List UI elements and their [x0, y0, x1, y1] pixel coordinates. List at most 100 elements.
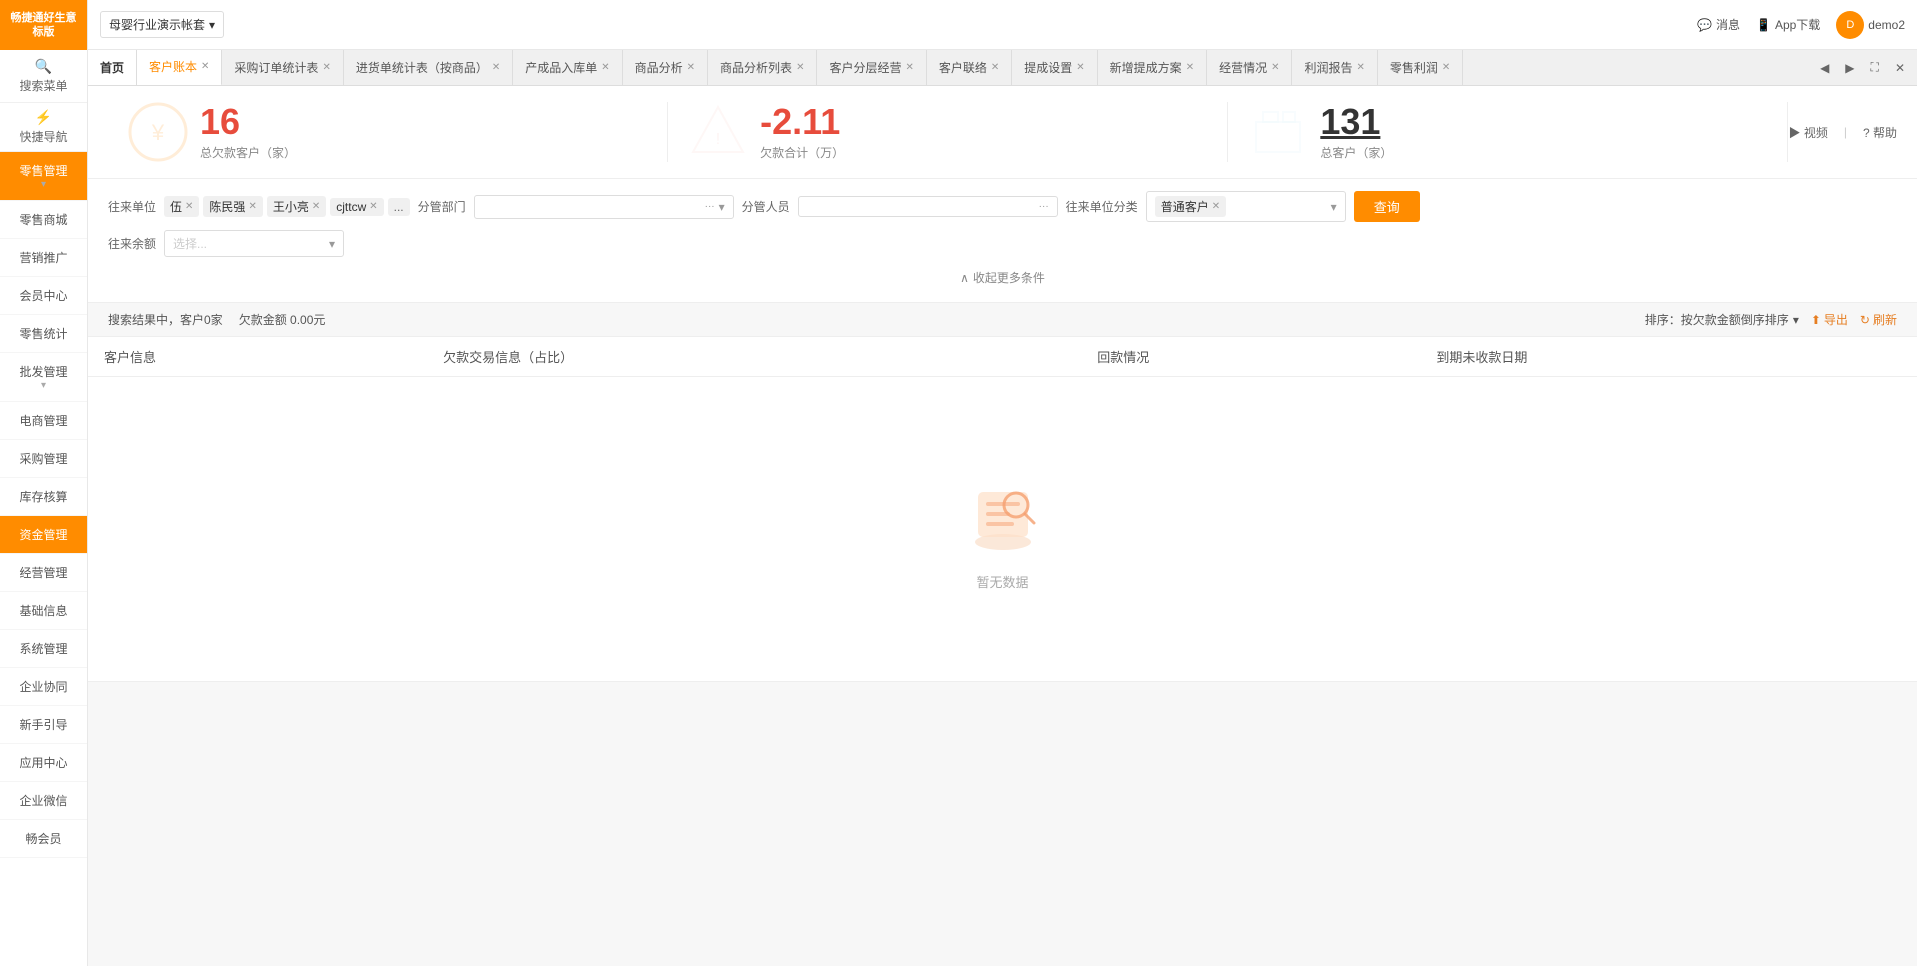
person-select[interactable]: ···: [798, 196, 1058, 217]
sidebar-item-app-center[interactable]: 应用中心: [0, 744, 87, 782]
account-label: 母婴行业演示帐套: [109, 16, 205, 33]
user-menu[interactable]: D demo2: [1836, 11, 1905, 39]
sidebar-item-finance[interactable]: 资金管理: [0, 516, 87, 554]
unit-class-select[interactable]: 普通客户 ✕ ▾: [1146, 191, 1346, 222]
summary-card-2-values: -2.11 欠款合计（万）: [760, 104, 844, 161]
refresh-button[interactable]: ↻ 刷新: [1860, 311, 1897, 328]
tag-remove-unit-class[interactable]: ✕: [1212, 201, 1220, 212]
sidebar-item-inventory[interactable]: 库存核算: [0, 478, 87, 516]
tab-close-icon[interactable]: ✕: [201, 61, 209, 72]
sidebar-item-enterprise[interactable]: 企业协同: [0, 668, 87, 706]
tabs-bar: 首页 客户账本 ✕ 采购订单统计表 ✕ 进货单统计表（按商品） ✕ 产成品入库单…: [88, 50, 1917, 86]
tab-close-icon[interactable]: ✕: [1186, 62, 1194, 73]
sidebar-item-wholesale[interactable]: 批发管理 ▾: [0, 353, 87, 402]
tabs-close-all-icon[interactable]: ✕: [1889, 61, 1911, 75]
tab-close-icon[interactable]: ✕: [687, 62, 695, 73]
total-debt-customers: 16: [200, 104, 296, 140]
dept-select[interactable]: ··· ▾: [474, 195, 734, 219]
sidebar-item-marketing[interactable]: 营销推广: [0, 239, 87, 277]
tab-close-icon[interactable]: ✕: [796, 62, 804, 73]
sidebar-item-member[interactable]: 会员中心: [0, 277, 87, 315]
tab-close-icon[interactable]: ✕: [1076, 62, 1084, 73]
sort-select[interactable]: 排序：按欠款金额倒序排序 ▾: [1645, 311, 1799, 328]
filter-tag-wu[interactable]: 伍 ✕: [164, 196, 199, 217]
tab-close-icon[interactable]: ✕: [322, 62, 330, 73]
tag-remove-chen[interactable]: ✕: [248, 201, 256, 212]
sidebar-item-wechat[interactable]: 企业微信: [0, 782, 87, 820]
chevron-down-icon: ▾: [209, 18, 215, 32]
sidebar-item-nav[interactable]: ⚡ 快捷导航: [0, 103, 87, 152]
logo-text: 畅捷通好生意 标版: [11, 11, 77, 40]
sidebar-item-retail-mgmt[interactable]: 零售管理 ▾: [0, 152, 87, 201]
empty-icon: [958, 467, 1048, 560]
tab-customer-layer[interactable]: 客户分层经营 ✕: [817, 50, 926, 86]
tab-home[interactable]: 首页: [88, 50, 137, 86]
sidebar-item-purchase[interactable]: 采购管理: [0, 440, 87, 478]
messages-btn[interactable]: 💬 消息: [1697, 16, 1740, 33]
tab-add-commission[interactable]: 新增提成方案 ✕: [1098, 50, 1207, 86]
search-count: 搜索结果中，客户0家: [108, 311, 223, 328]
account-selector[interactable]: 母婴行业演示帐套 ▾: [100, 11, 224, 38]
tag-remove-cjttcw[interactable]: ✕: [369, 201, 377, 212]
results-bar: 搜索结果中，客户0家 欠款金额 0.00元 排序：按欠款金额倒序排序 ▾ ⬆ 导…: [88, 303, 1917, 337]
tab-profit[interactable]: 利润报告 ✕: [1292, 50, 1377, 86]
filter-tag-chen[interactable]: 陈民强 ✕: [203, 196, 262, 217]
download-icon: 📱: [1756, 18, 1771, 32]
tab-close-icon[interactable]: ✕: [492, 62, 500, 73]
help-btn[interactable]: ? 帮助: [1863, 124, 1897, 141]
total-debt-customers-label: 总欠款客户（家）: [200, 144, 296, 161]
total-customers-label: 总客户（家）: [1320, 144, 1392, 161]
tab-goods-analysis-list[interactable]: 商品分析列表 ✕: [708, 50, 817, 86]
app-download-btn[interactable]: 📱 App下载: [1756, 16, 1820, 33]
tabs-maximize-icon[interactable]: ⛶: [1865, 60, 1885, 75]
amount-label: 欠款金额 0.00元: [239, 311, 326, 328]
tab-customer-ledger[interactable]: 客户账本 ✕: [137, 50, 222, 86]
filter-tag-wang[interactable]: 王小亮 ✕: [267, 196, 326, 217]
tabs-right-arrow[interactable]: ▶: [1839, 61, 1860, 75]
tab-close-icon[interactable]: ✕: [1357, 62, 1365, 73]
filter-tag-cjttcw[interactable]: cjttcw ✕: [330, 198, 383, 216]
collapse-button[interactable]: ∧ 收起更多条件: [108, 265, 1897, 290]
tab-close-icon[interactable]: ✕: [1271, 62, 1279, 73]
tab-purchase-order[interactable]: 采购订单统计表 ✕: [222, 50, 343, 86]
tabs-left-arrow[interactable]: ◀: [1814, 61, 1835, 75]
tab-business[interactable]: 经营情况 ✕: [1207, 50, 1292, 86]
sidebar-item-operations[interactable]: 经营管理: [0, 554, 87, 592]
sidebar-item-basic-info[interactable]: 基础信息: [0, 592, 87, 630]
sidebar-item-search[interactable]: 🔍 搜索菜单: [0, 50, 87, 103]
tab-close-icon[interactable]: ✕: [905, 62, 913, 73]
tab-customer-contact[interactable]: 客户联络 ✕: [927, 50, 1012, 86]
chevron-up-icon: ∧: [960, 271, 969, 285]
sidebar-item-retail-stats[interactable]: 零售统计: [0, 315, 87, 353]
export-button[interactable]: ⬆ 导出: [1811, 311, 1848, 328]
filter-tag-more[interactable]: ...: [388, 198, 410, 216]
tab-purchase-stats[interactable]: 进货单统计表（按商品） ✕: [344, 50, 513, 86]
dept-filter-label: 分管部门: [418, 198, 466, 215]
tag-remove-wu[interactable]: ✕: [185, 201, 193, 212]
query-button[interactable]: 查询: [1354, 191, 1420, 222]
tab-commission-settings[interactable]: 提成设置 ✕: [1012, 50, 1097, 86]
sidebar-item-system[interactable]: 系统管理: [0, 630, 87, 668]
tab-close-icon[interactable]: ✕: [991, 62, 999, 73]
chevron-down-icon: ▾: [1793, 313, 1799, 327]
tab-close-icon[interactable]: ✕: [601, 62, 609, 73]
col-customer-info: 客户信息: [88, 337, 427, 377]
sidebar-item-newbie[interactable]: 新手引导: [0, 706, 87, 744]
sidebar-item-retail-mall[interactable]: 零售商城: [0, 201, 87, 239]
balance-select[interactable]: 选择... ▾: [164, 230, 344, 257]
tab-close-icon[interactable]: ✕: [1442, 62, 1450, 73]
chevron-down-icon: ▾: [1331, 200, 1337, 214]
tab-product-stock[interactable]: 产成品入库单 ✕: [513, 50, 622, 86]
sidebar-item-ecommerce[interactable]: 电商管理: [0, 402, 87, 440]
tab-goods-analysis[interactable]: 商品分析 ✕: [623, 50, 708, 86]
video-btn[interactable]: ▶ 视频: [1788, 124, 1827, 141]
total-debt-amount: -2.11: [760, 104, 844, 140]
tab-retail-profit[interactable]: 零售利润 ✕: [1378, 50, 1463, 86]
topbar: 母婴行业演示帐套 ▾ 💬 消息 📱 App下载 D demo2: [88, 0, 1917, 50]
export-icon: ⬆: [1811, 313, 1821, 327]
tag-remove-wang[interactable]: ✕: [312, 201, 320, 212]
sidebar-logo: 畅捷通好生意 标版: [0, 0, 87, 50]
summary-card-3: 131 总客户（家）: [1228, 102, 1788, 162]
unit-class-tag[interactable]: 普通客户 ✕: [1155, 196, 1226, 217]
sidebar-item-member2[interactable]: 畅会员: [0, 820, 87, 858]
